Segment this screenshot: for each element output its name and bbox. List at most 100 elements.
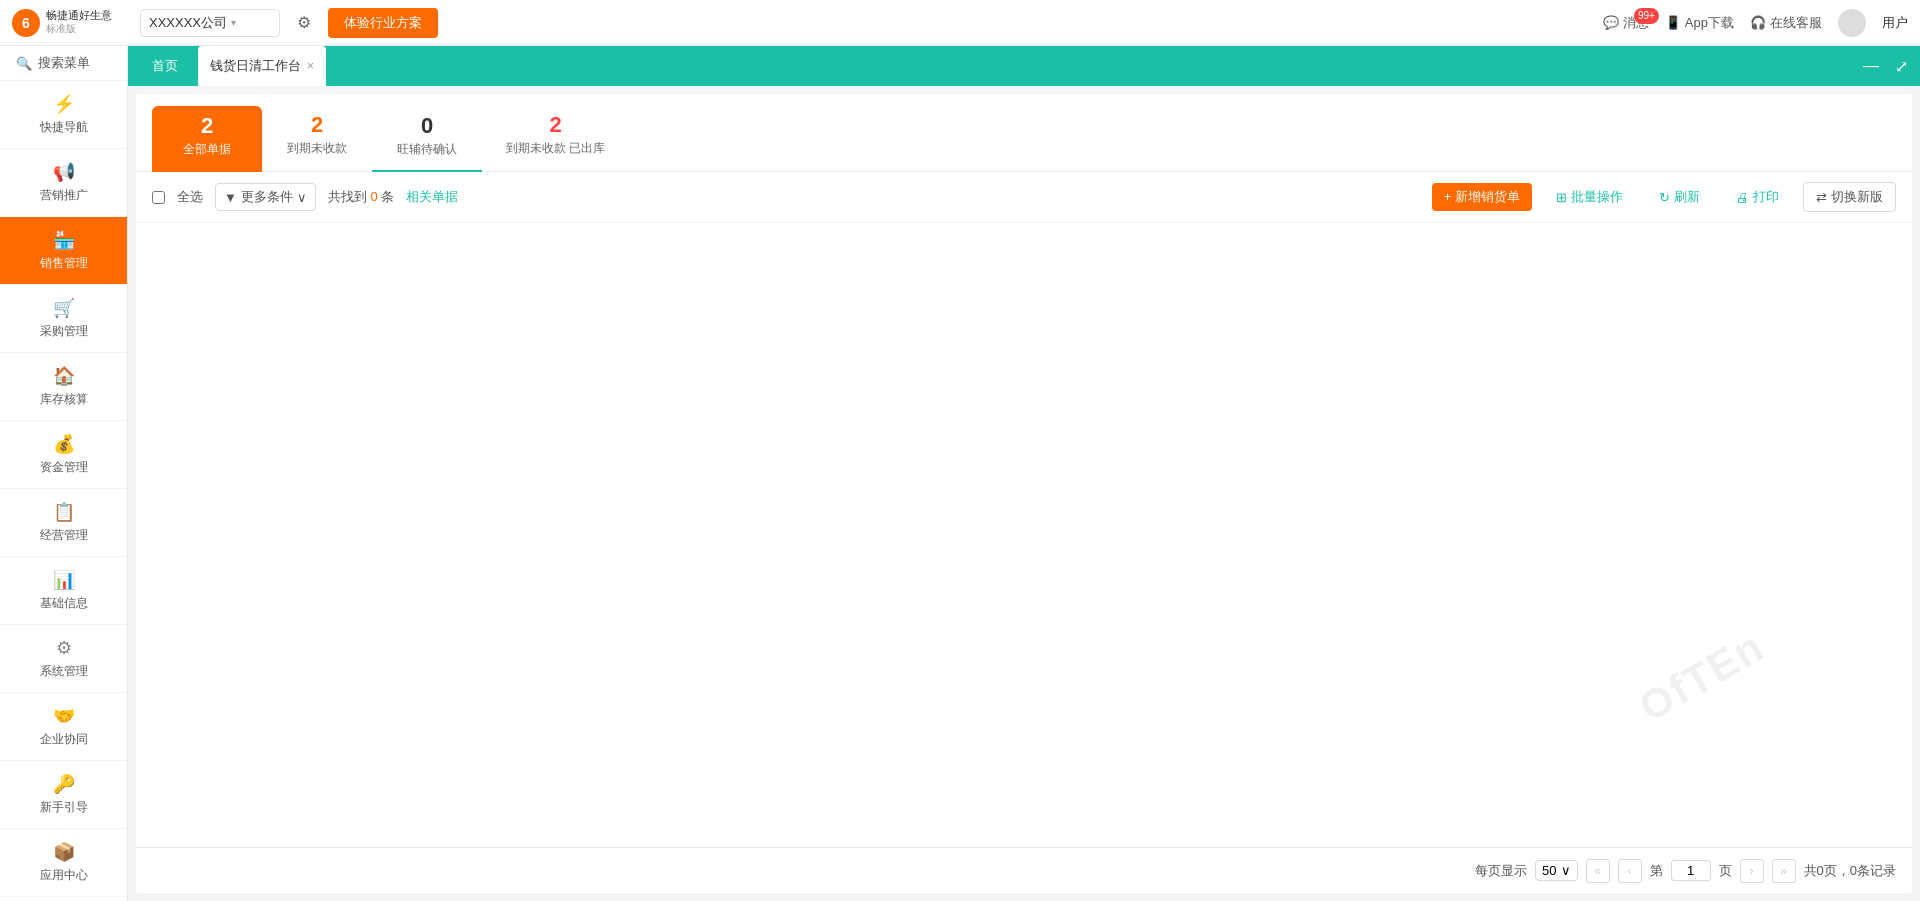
- sidebar-item-app-center[interactable]: 📦 应用中心: [0, 829, 127, 897]
- quick-nav-icon: ⚡: [53, 93, 75, 115]
- select-all-checkbox[interactable]: [152, 191, 165, 204]
- related-docs-link[interactable]: 相关单据: [406, 188, 458, 206]
- print-icon: 🖨: [1736, 190, 1749, 205]
- per-page-select[interactable]: 50 ∨: [1535, 860, 1577, 881]
- message-item[interactable]: 💬 消息 99+: [1603, 14, 1649, 32]
- sidebar-item-enterprise[interactable]: 🤝 企业协同: [0, 693, 127, 761]
- enterprise-label: 企业协同: [40, 731, 88, 748]
- purchase-mgmt-label: 采购管理: [40, 323, 88, 340]
- more-filters-label: 更多条件: [241, 188, 293, 206]
- funds-icon: 💰: [53, 433, 75, 455]
- prev-page-button[interactable]: ‹: [1618, 859, 1642, 883]
- maximize-icon[interactable]: ⤢: [1891, 53, 1912, 80]
- page-suffix: 页: [1719, 862, 1732, 880]
- sidebar-item-wechat[interactable]: 💬 企业微信: [0, 897, 127, 901]
- count-unit: 条: [381, 189, 394, 204]
- sidebar-item-operations[interactable]: 📋 经营管理: [0, 489, 127, 557]
- company-selector[interactable]: XXXXXX公司 ▾: [140, 9, 280, 37]
- stat-label-wangwang-pending: 旺辅待确认: [397, 141, 457, 158]
- app-download-item[interactable]: 📱 App下载: [1665, 14, 1734, 32]
- sidebar-item-marketing[interactable]: 📢 营销推广: [0, 149, 127, 217]
- logo-icon: 6: [12, 9, 40, 37]
- page-number-input[interactable]: [1671, 860, 1711, 881]
- logo-text-area: 畅捷通好生意 标准版: [46, 9, 112, 36]
- funds-label: 资金管理: [40, 459, 88, 476]
- message-icon: 💬: [1603, 15, 1619, 30]
- app-center-label: 应用中心: [40, 867, 88, 884]
- more-filters-button[interactable]: ▼ 更多条件 ∨: [215, 183, 316, 211]
- tab-workbench[interactable]: 钱货日清工作台 ×: [198, 46, 326, 86]
- sidebar-item-guide[interactable]: 🔑 新手引导: [0, 761, 127, 829]
- top-header: 6 畅捷通好生意 标准版 XXXXXX公司 ▾ ⚙ 体验行业方案 💬 消息 99…: [0, 0, 1920, 46]
- sidebar-item-inventory[interactable]: 🏠 库存核算: [0, 353, 127, 421]
- settings-icon: ⚙: [297, 13, 311, 32]
- stat-tab-overdue-unshipped[interactable]: 2 到期未收款 已出库: [482, 106, 629, 171]
- stat-num-wangwang-pending: 0: [421, 115, 433, 137]
- trial-button[interactable]: 体验行业方案: [328, 8, 438, 38]
- toolbar-right: + 新增销货单 ⊞ 批量操作 ↻ 刷新 🖨 打印 ⇄: [1432, 182, 1896, 212]
- stat-tab-all-orders[interactable]: 2 全部单据: [152, 106, 262, 172]
- sales-mgmt-label: 销售管理: [40, 255, 88, 272]
- refresh-button[interactable]: ↻ 刷新: [1647, 183, 1712, 211]
- filter-icon: ▼: [224, 190, 237, 205]
- stat-tab-overdue-uncollected[interactable]: 2 到期未收款: [262, 106, 372, 171]
- last-page-button[interactable]: »: [1772, 859, 1796, 883]
- sidebar: 🔍 搜索菜单 ⚡ 快捷导航 📢 营销推广 🏪 销售管理 🛒 采购管理 🏠 库存核…: [0, 46, 128, 901]
- main-layout: 🔍 搜索菜单 ⚡ 快捷导航 📢 营销推广 🏪 销售管理 🛒 采购管理 🏠 库存核…: [0, 46, 1920, 901]
- switch-label: 切换新版: [1831, 188, 1883, 206]
- add-sale-button[interactable]: + 新增销货单: [1432, 183, 1532, 211]
- marketing-icon: 📢: [53, 161, 75, 183]
- company-dropdown-icon: ▾: [231, 17, 236, 28]
- select-all-label: 全选: [177, 188, 203, 206]
- sidebar-item-funds[interactable]: 💰 资金管理: [0, 421, 127, 489]
- sidebar-item-sales-mgmt[interactable]: 🏪 销售管理: [0, 217, 127, 285]
- guide-label: 新手引导: [40, 799, 88, 816]
- sidebar-item-purchase-mgmt[interactable]: 🛒 采购管理: [0, 285, 127, 353]
- tab-bar: 首页 钱货日清工作台 × — ⤢: [128, 46, 1920, 86]
- operations-label: 经营管理: [40, 527, 88, 544]
- print-label: 打印: [1753, 188, 1779, 206]
- table-area: [136, 223, 1912, 847]
- sidebar-item-basic-info[interactable]: 📊 基础信息: [0, 557, 127, 625]
- toolbar: 全选 ▼ 更多条件 ∨ 共找到 0 条 相关单据 + 新增销货单 ⊞ 批量操作: [136, 172, 1912, 223]
- sidebar-item-system-mgmt[interactable]: ⚙ 系统管理: [0, 625, 127, 693]
- stat-num-overdue-uncollected: 2: [311, 114, 323, 136]
- marketing-label: 营销推广: [40, 187, 88, 204]
- user-name: 用户: [1882, 14, 1908, 32]
- system-mgmt-label: 系统管理: [40, 663, 88, 680]
- batch-ops-icon: ⊞: [1556, 190, 1567, 205]
- total-info: 共0页，0条记录: [1804, 862, 1896, 880]
- online-service-icon: 🎧: [1750, 15, 1766, 30]
- minimize-icon[interactable]: —: [1859, 53, 1883, 80]
- next-page-button[interactable]: ›: [1740, 859, 1764, 883]
- sidebar-item-quick-nav[interactable]: ⚡ 快捷导航: [0, 81, 127, 149]
- stat-num-overdue-unshipped: 2: [550, 114, 562, 136]
- print-button[interactable]: 🖨 打印: [1724, 183, 1791, 211]
- filter-chevron: ∨: [297, 190, 307, 205]
- logo-name: 畅捷通好生意: [46, 9, 112, 22]
- batch-ops-button[interactable]: ⊞ 批量操作: [1544, 183, 1635, 211]
- guide-icon: 🔑: [53, 773, 75, 795]
- logo-area: 6 畅捷通好生意 标准版: [12, 9, 140, 37]
- first-page-button[interactable]: «: [1586, 859, 1610, 883]
- tab-workbench-label: 钱货日清工作台: [210, 57, 301, 75]
- stat-tab-wangwang-pending[interactable]: 0 旺辅待确认: [372, 106, 482, 172]
- sidebar-item-search-menu[interactable]: 🔍 搜索菜单: [0, 46, 127, 81]
- system-icon: ⚙: [56, 637, 72, 659]
- sales-icon: 🏪: [53, 229, 75, 251]
- app-download-label: App下载: [1685, 14, 1734, 32]
- page-content: 2 全部单据 2 到期未收款 0 旺辅待确认 2 到期未收款 已出库: [136, 94, 1912, 893]
- app-center-icon: 📦: [53, 841, 75, 863]
- tab-close-icon[interactable]: ×: [307, 59, 314, 73]
- search-menu-label: 搜索菜单: [38, 54, 90, 72]
- online-service-item[interactable]: 🎧 在线客服: [1750, 14, 1822, 32]
- switch-version-button[interactable]: ⇄ 切换新版: [1803, 182, 1896, 212]
- inventory-icon: 🏠: [53, 365, 75, 387]
- app-download-icon: 📱: [1665, 15, 1681, 30]
- inventory-label: 库存核算: [40, 391, 88, 408]
- page-label: 第: [1650, 862, 1663, 880]
- avatar[interactable]: [1838, 9, 1866, 37]
- per-page-value: 50: [1542, 863, 1556, 878]
- settings-button[interactable]: ⚙: [288, 7, 320, 39]
- tab-home[interactable]: 首页: [136, 46, 194, 86]
